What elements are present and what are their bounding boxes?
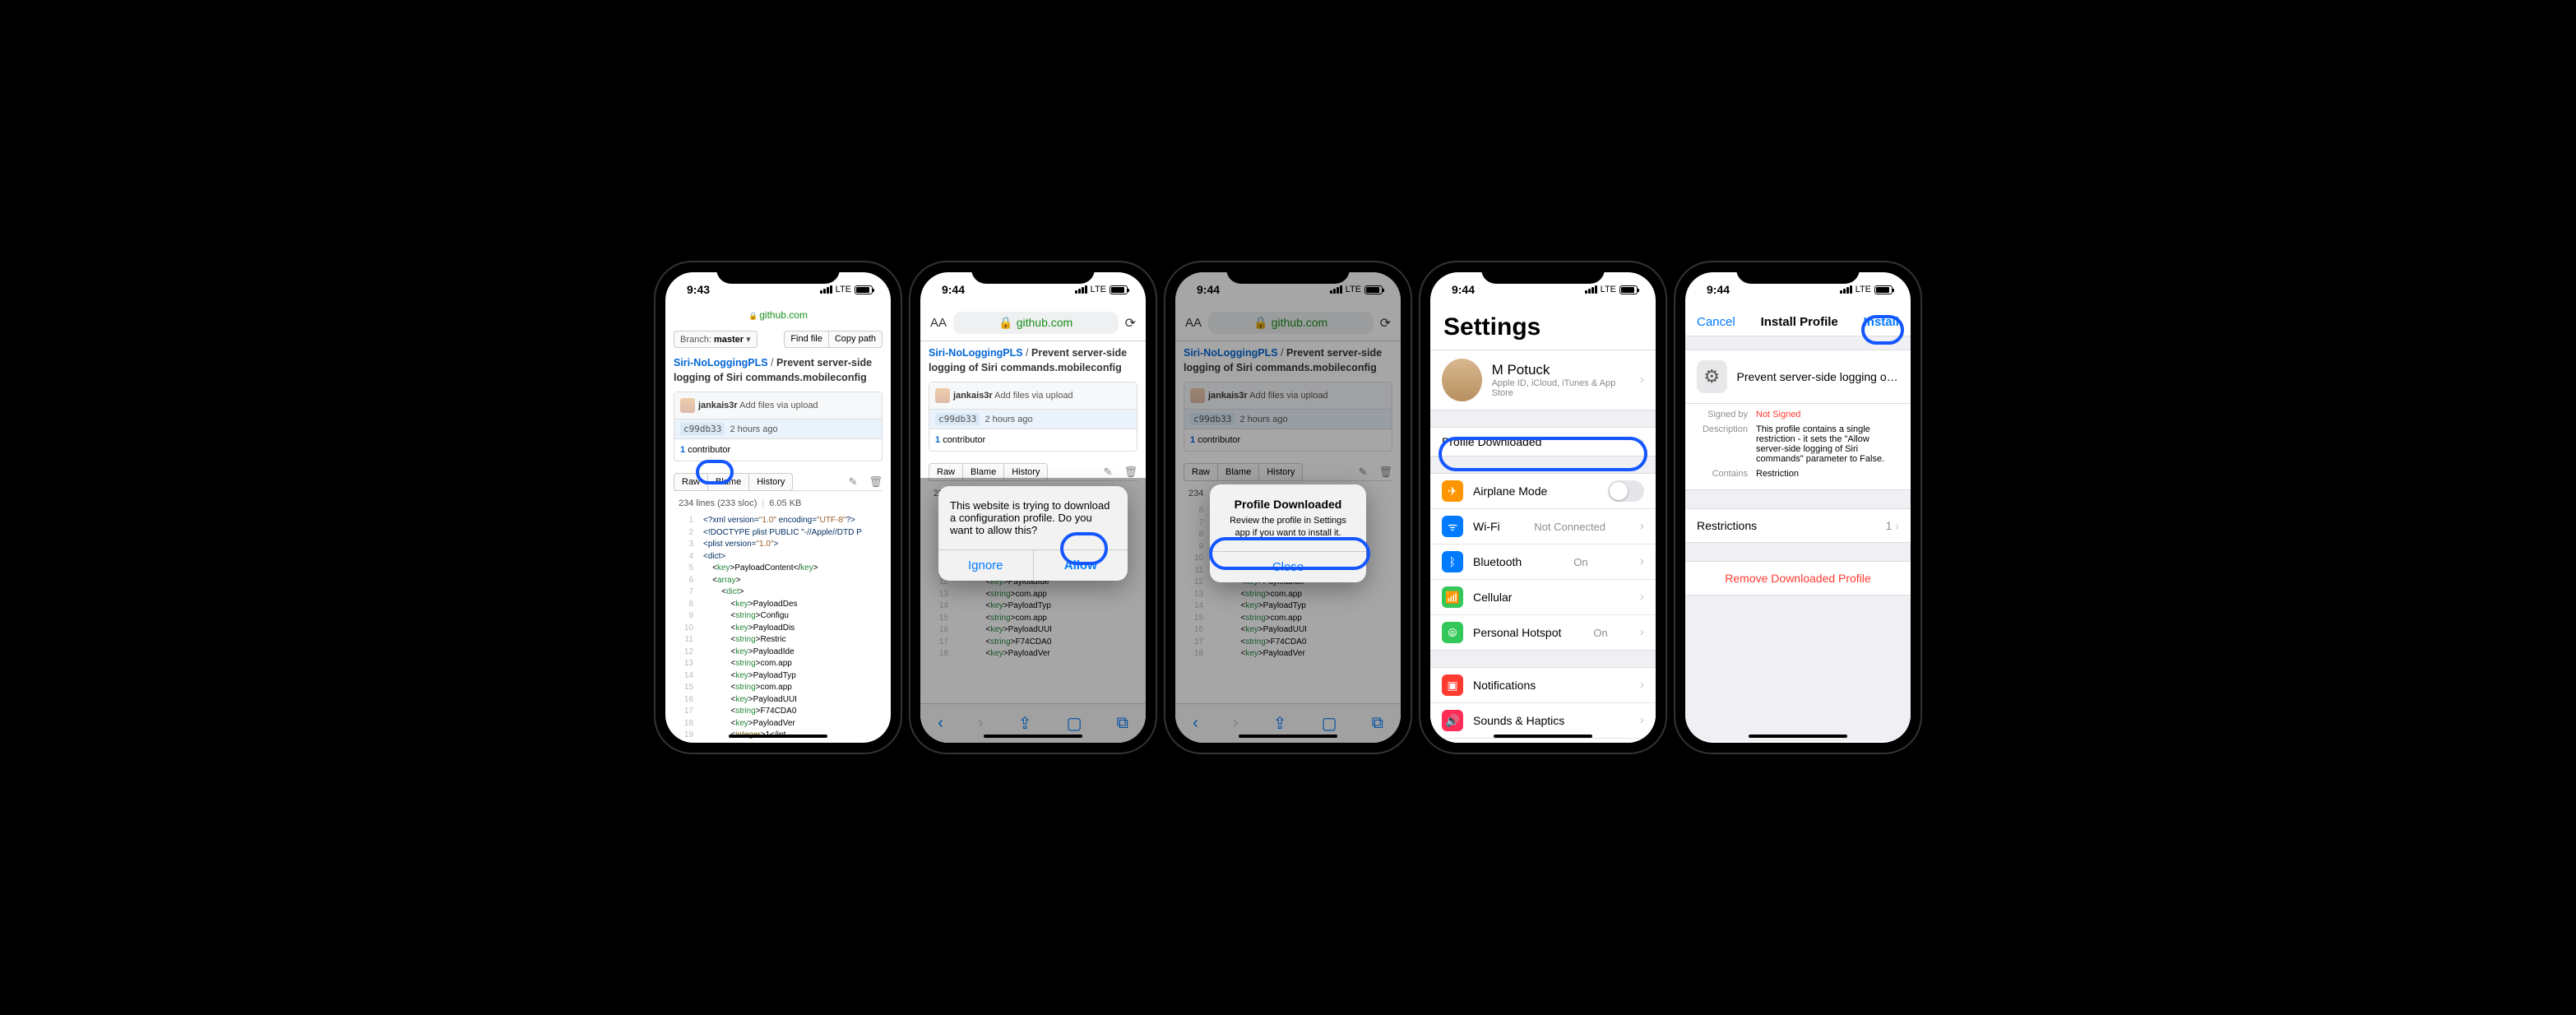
bluetooth-icon: ᛒ xyxy=(1442,551,1463,572)
nav-title: Install Profile xyxy=(1761,315,1838,329)
history-button[interactable]: History xyxy=(748,473,793,491)
hotspot-icon: ⦾ xyxy=(1442,622,1463,643)
phone-1: 9:43 LTE github.com Branch: master ▾ Fin… xyxy=(656,262,901,753)
code-view: 1<?xml version="1.0" encoding="UTF-8"?>2… xyxy=(674,515,883,743)
cancel-button[interactable]: Cancel xyxy=(1697,315,1735,329)
trash-icon[interactable]: 🗑 xyxy=(869,475,883,489)
dnd-row[interactable]: ☾Do Not Disturb› xyxy=(1430,739,1656,743)
text-size-icon[interactable]: AA xyxy=(930,316,947,330)
phone-3: 9:44LTE AA🔒 github.com⟳ Siri-NoLoggingPL… xyxy=(1165,262,1411,753)
cellular-icon: 📶 xyxy=(1442,586,1463,608)
profile-downloaded-row[interactable]: Profile Downloaded› xyxy=(1430,428,1656,456)
gear-icon: ⚙ xyxy=(1697,360,1727,393)
url-bar[interactable]: github.com xyxy=(665,307,891,326)
phone-2: 9:44LTE AA 🔒 github.com ⟳ Siri-NoLogging… xyxy=(910,262,1156,753)
phone-4: 9:44LTE Settings M PotuckApple ID, iClou… xyxy=(1420,262,1666,753)
avatar xyxy=(1442,359,1482,401)
sounds-icon: 🔊 xyxy=(1442,710,1463,731)
close-button[interactable]: Close xyxy=(1210,551,1366,582)
edit-icon[interactable]: ✎ xyxy=(849,475,858,489)
install-button[interactable]: Install xyxy=(1864,315,1899,329)
blame-button[interactable]: Blame xyxy=(708,473,748,491)
wifi-row[interactable]: ᯤWi-FiNot Connected› xyxy=(1430,509,1656,545)
avatar xyxy=(680,398,695,413)
notifications-row[interactable]: ▣Notifications› xyxy=(1430,668,1656,703)
raw-button[interactable]: Raw xyxy=(674,473,708,491)
cellular-row[interactable]: 📶Cellular› xyxy=(1430,580,1656,615)
wifi-icon: ᯤ xyxy=(1442,516,1463,537)
find-file-button[interactable]: Find file xyxy=(784,331,828,348)
time: 9:43 xyxy=(687,283,710,296)
profile-downloaded-alert: Profile DownloadedReview the profile in … xyxy=(1210,484,1366,582)
refresh-icon[interactable]: ⟳ xyxy=(1125,315,1136,331)
download-alert: This website is trying to download a con… xyxy=(938,486,1128,581)
apple-id-row[interactable]: M PotuckApple ID, iCloud, iTunes & App S… xyxy=(1430,350,1656,410)
notifications-icon: ▣ xyxy=(1442,674,1463,696)
airplane-toggle[interactable] xyxy=(1608,480,1644,502)
bluetooth-row[interactable]: ᛒBluetoothOn› xyxy=(1430,545,1656,580)
breadcrumb[interactable]: Siri-NoLoggingPLS / Prevent server-side … xyxy=(674,356,883,385)
page-title: Settings xyxy=(1430,307,1656,350)
phone-5: 9:44LTE Cancel Install Profile Install ⚙… xyxy=(1675,262,1920,753)
safari-address-bar[interactable]: AA 🔒 github.com ⟳ xyxy=(920,307,1146,341)
allow-button[interactable]: Allow xyxy=(1033,550,1128,581)
sounds-row[interactable]: 🔊Sounds & Haptics› xyxy=(1430,703,1656,739)
profile-name: Prevent server-side logging of Si… xyxy=(1737,370,1899,383)
hotspot-row[interactable]: ⦾Personal HotspotOn› xyxy=(1430,615,1656,650)
commit-hash[interactable]: c99db33 xyxy=(680,423,725,435)
ignore-button[interactable]: Ignore xyxy=(938,550,1033,581)
airplane-mode-row[interactable]: ✈Airplane Mode xyxy=(1430,474,1656,509)
airplane-icon: ✈ xyxy=(1442,480,1463,502)
copy-path-button[interactable]: Copy path xyxy=(828,331,883,348)
restrictions-row[interactable]: Restrictions 1 › xyxy=(1685,508,1911,543)
branch-picker[interactable]: Branch: master ▾ xyxy=(674,331,758,348)
remove-profile-button[interactable]: Remove Downloaded Profile xyxy=(1685,561,1911,596)
